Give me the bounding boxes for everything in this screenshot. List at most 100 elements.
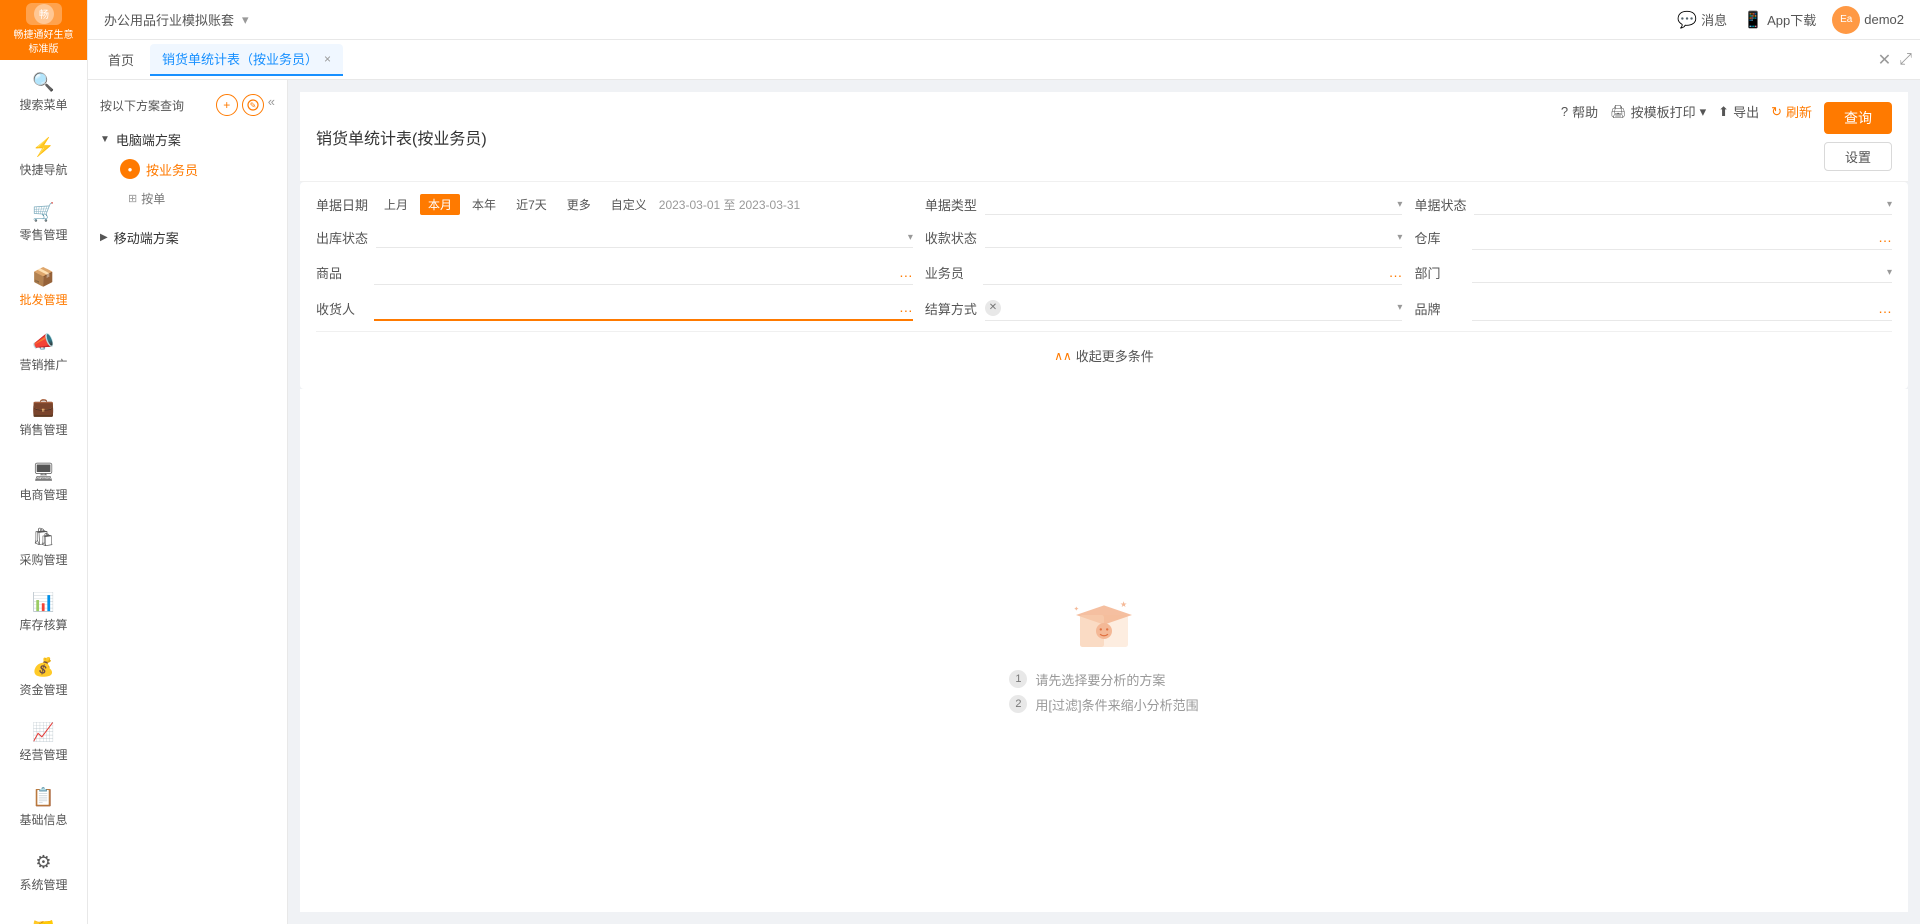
filter-row-1: 单据日期 上月 本月 本年 近7天 更多 自定义 2023-03-01 至 20… [316,194,1892,215]
scheme-item-by-order[interactable]: ⊞ 按单 [88,185,287,212]
tab-home[interactable]: 首页 [96,44,146,76]
help-label: 帮助 [1572,102,1598,121]
print-icon: 🖨 [1610,104,1627,120]
logo-text: 畅捷通好生意标准版 [14,29,74,57]
system-icon: ⚙ [35,852,51,873]
recipient-input[interactable]: … [374,295,913,321]
sidebar-item-basic-info-label: 基础信息 [19,811,67,828]
finance-icon: 💰 [32,657,54,678]
scheme-panel: 按以下方案查询 + ✎ « ▼ 电脑端方案 [88,80,288,924]
tab-sales-stat[interactable]: 销货单统计表（按业务员） × [150,44,343,76]
scheme-edit-button[interactable]: ✎ [242,94,264,116]
date-this-year[interactable]: 本年 [464,194,504,215]
sidebar-item-cooperation[interactable]: 🤝 企业协同 [0,905,87,924]
user-menu[interactable]: Ea demo2 [1832,6,1904,34]
filter-row-2: 出库状态 ▾ 收款状态 ▾ [316,225,1892,250]
sidebar-item-ecommerce-label: 电商管理 [19,486,67,503]
window-maximize-icon[interactable]: ⤢ [1899,51,1912,69]
page-title: 销货单统计表(按业务员) [316,125,487,149]
tab-close-icon[interactable]: × [324,52,331,66]
scheme-add-button[interactable]: + [216,94,238,116]
refresh-button[interactable]: ↻ 刷新 [1771,102,1812,121]
sidebar-item-search[interactable]: 🔍 搜索菜单 [0,60,87,125]
out-status-label: 出库状态 [316,228,368,247]
date-last-7days[interactable]: 近7天 [508,194,555,215]
query-button[interactable]: 查询 [1824,102,1892,134]
dept-select[interactable]: ▾ [1472,263,1892,283]
salesman-input[interactable]: … [983,260,1403,285]
desktop-group-title[interactable]: ▼ 电脑端方案 [88,126,287,153]
edit-icon: ✎ [247,99,259,111]
ecommerce-icon: 🖥 [32,462,55,483]
doc-status-arrow-icon: ▾ [1887,199,1892,210]
collect-status-arrow-icon: ▾ [1397,232,1402,243]
scheme-panel-header: 按以下方案查询 + ✎ « [88,88,287,122]
set-button[interactable]: 设置 [1824,142,1892,171]
sidebar-item-basic-info[interactable]: 📋 基础信息 [0,775,87,840]
cooperation-icon: 🤝 [32,917,54,924]
sidebar-item-wholesale[interactable]: 📦 批发管理 [0,255,87,320]
sidebar-item-finance[interactable]: 💰 资金管理 [0,645,87,710]
date-shortcuts: 上月 本月 本年 近7天 更多 自定义 2023-03-01 至 2023-03… [376,194,800,215]
scheme-collapse-button[interactable]: « [268,94,275,116]
svg-text:畅: 畅 [39,8,49,21]
date-more[interactable]: 更多 [559,194,599,215]
empty-state: ★ ✦ 1 请先选择要分析的方案 [300,389,1908,912]
sidebar-item-purchase[interactable]: 🛍 采购管理 [0,515,87,580]
sidebar-item-system-label: 系统管理 [19,876,67,893]
message-label: 消息 [1701,10,1727,29]
app-logo[interactable]: 畅 畅捷通好生意标准版 [0,0,87,60]
sidebar-item-retail[interactable]: 🛒 零售管理 [0,190,87,255]
brand-input[interactable]: … [1472,296,1892,321]
product-label: 商品 [316,263,366,282]
sidebar-item-wholesale-label: 批发管理 [19,291,67,308]
right-action-buttons: 查询 设置 [1824,102,1892,171]
export-button[interactable]: ⬆ 导出 [1718,102,1759,121]
sidebar-item-system[interactable]: ⚙ 系统管理 [0,840,87,905]
sidebar-item-quick-nav-label: 快捷导航 [19,161,67,178]
date-range-display: 2023-03-01 至 2023-03-31 [659,196,800,213]
filter-dept: 部门 ▾ [1414,263,1892,283]
settle-select[interactable]: ✕ ▾ [985,296,1403,321]
collect-status-select[interactable]: ▾ [985,228,1403,248]
scheme-item-by-salesman[interactable]: ● 按业务员 [88,153,287,185]
main-content: 销货单统计表(按业务员) ? 帮助 🖨 按模板打印 ▾ ⬆ [288,80,1920,924]
empty-hint-2: 2 用[过滤]条件来缩小分析范围 [1009,695,1198,714]
salesman-scheme-label: 按业务员 [146,160,198,179]
sidebar-item-marketing[interactable]: 📣 营销推广 [0,320,87,385]
collapse-filter-button[interactable]: ∧∧ 收起更多条件 [1054,338,1154,373]
filter-salesman: 业务员 … [925,260,1403,285]
sidebar-item-ecommerce[interactable]: 🖥 电商管理 [0,450,87,515]
basic-info-icon: 📋 [32,787,54,808]
sidebar-item-operation[interactable]: 📈 经营管理 [0,710,87,775]
doc-type-arrow-icon: ▾ [1397,199,1402,210]
recipient-label: 收货人 [316,299,366,318]
refresh-label: 刷新 [1786,102,1812,121]
collapse-label: 收起更多条件 [1076,346,1154,365]
product-input[interactable]: … [374,260,913,285]
help-button[interactable]: ? 帮助 [1561,102,1598,121]
print-button[interactable]: 🖨 按模板打印 ▾ [1610,102,1706,121]
mobile-group-title[interactable]: ▶ 移动端方案 [88,224,287,251]
date-custom[interactable]: 自定义 [603,194,655,215]
date-last-month[interactable]: 上月 [376,194,416,215]
collapse-chevron-icon: ∧∧ [1054,349,1072,363]
app-name-dropdown-icon[interactable]: ▾ [242,12,249,28]
message-button[interactable]: 💬 消息 [1677,10,1727,30]
user-name-label: demo2 [1864,12,1904,27]
product-dots-icon: … [899,264,913,280]
sidebar-item-sales[interactable]: 💼 销售管理 [0,385,87,450]
warehouse-input[interactable]: … [1472,225,1892,250]
sidebar-item-quick-nav[interactable]: ⚡ 快捷导航 [0,125,87,190]
app-download-button[interactable]: 📱 App下载 [1743,10,1816,30]
doc-status-select[interactable]: ▾ [1474,195,1892,215]
date-this-month[interactable]: 本月 [420,194,460,215]
doc-type-select[interactable]: ▾ [985,195,1403,215]
sidebar-item-inventory[interactable]: 📊 库存核算 [0,580,87,645]
out-status-select[interactable]: ▾ [376,228,913,248]
settle-clear-icon[interactable]: ✕ [985,300,1001,316]
window-close-icon[interactable]: ✕ [1878,50,1891,70]
salesman-dots-icon: … [1388,264,1402,280]
topbar-right: 💬 消息 📱 App下载 Ea demo2 [1677,6,1904,34]
filter-row-3: 商品 … 业务员 … [316,260,1892,285]
